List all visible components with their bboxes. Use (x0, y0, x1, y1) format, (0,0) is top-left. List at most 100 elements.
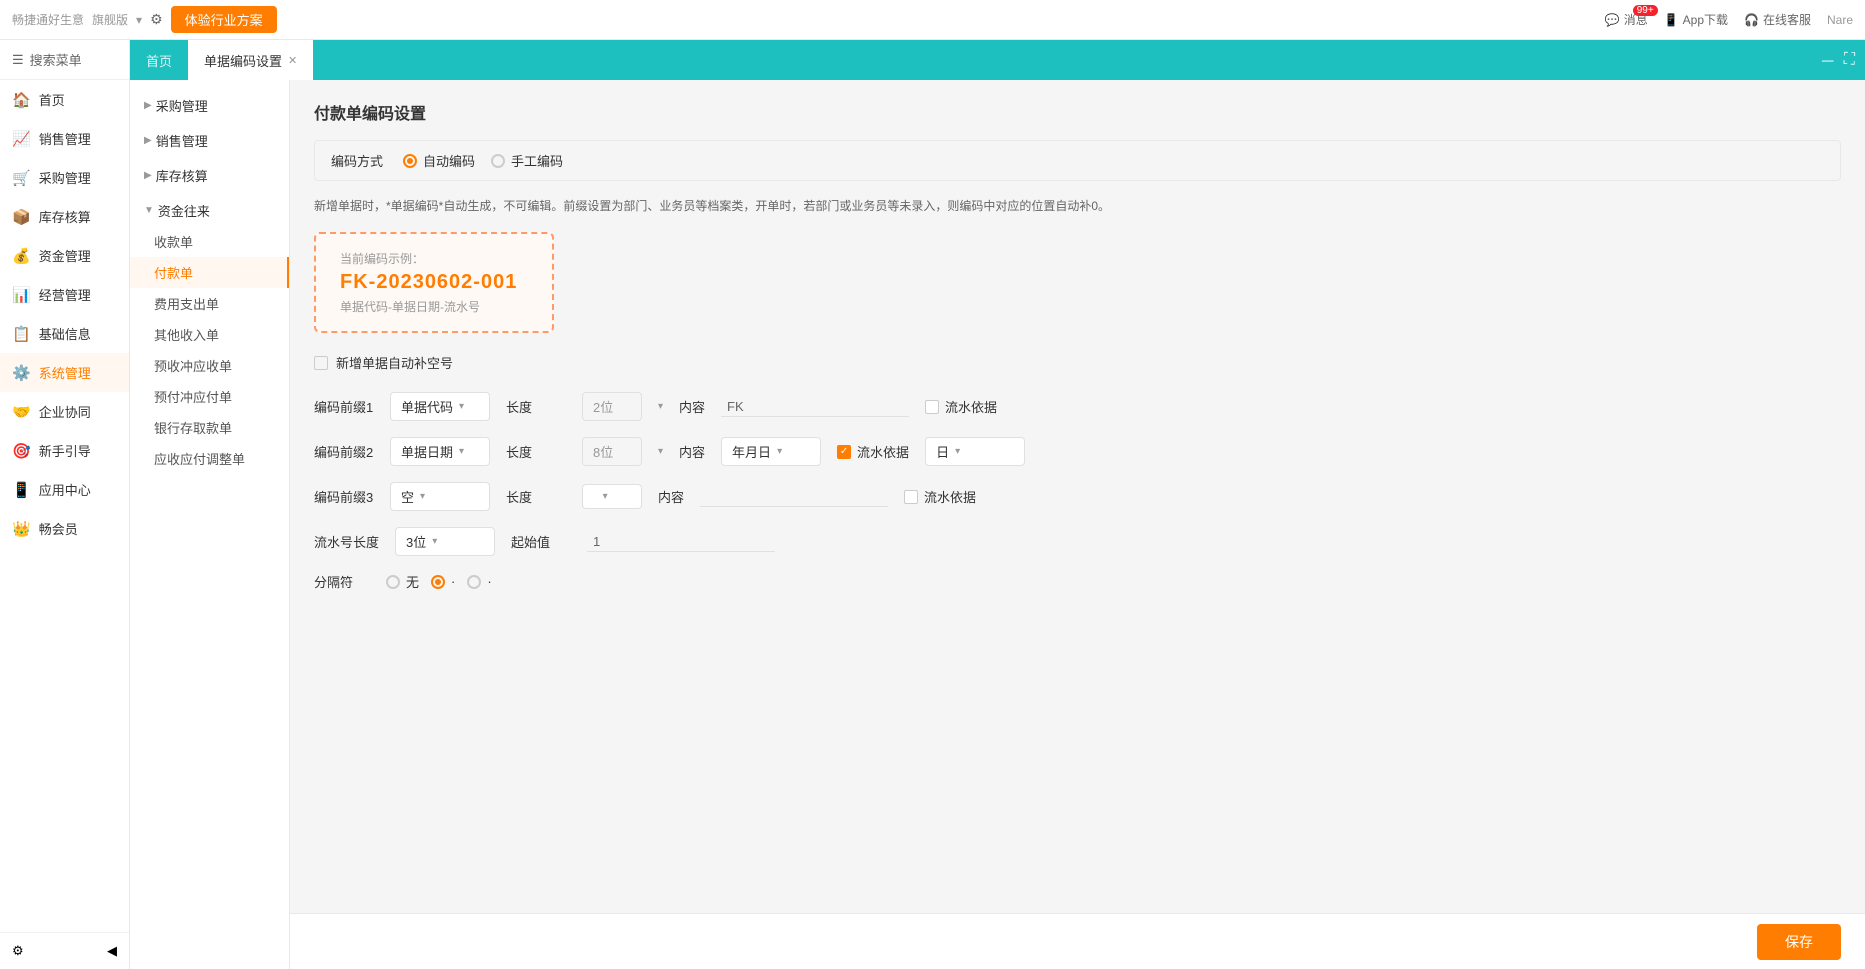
sidebar-item-member[interactable]: 👑 畅会员 (0, 509, 129, 548)
separator-dash-radio[interactable]: · (467, 574, 491, 589)
separator-dot-radio[interactable]: · (431, 574, 455, 589)
app-brand: 畅捷通好生意 (12, 11, 84, 28)
content-area: 首页 单据编码设置 ✕ － ⛶ ▶ 采购管理 (130, 40, 1865, 969)
sidebar-item-sales[interactable]: 📈 销售管理 (0, 119, 129, 158)
sub-item-expense[interactable]: 费用支出单 (130, 288, 289, 319)
sidebar-item-appcenter[interactable]: 📱 应用中心 (0, 470, 129, 509)
sidebar-item-home[interactable]: 🏠 首页 (0, 80, 129, 119)
length-3-label: 长度 (506, 487, 566, 506)
auto-fill-label: 新增单据自动补空号 (336, 353, 453, 372)
topbar-right: 💬 消息 99+ 📱 App下载 🎧 在线客服 Nare (1605, 11, 1853, 28)
prefix-row-1: 编码前缀1 单据代码 ▾ 长度 2位 ▾ 内容 流水依据 (314, 392, 1841, 421)
sub-item-payment[interactable]: 付款单 (130, 257, 289, 288)
code-preview-box: 当前编码示例： FK-20230602-001 单据代码-单据日期-流水号 (314, 232, 554, 333)
manual-code-radio[interactable]: 手工编码 (491, 151, 563, 170)
headset-icon: 🎧 (1744, 13, 1759, 27)
search-menu[interactable]: ☰ 搜索菜单 (0, 40, 129, 80)
sidebar-item-finance[interactable]: 💰 资金管理 (0, 236, 129, 275)
prefix-3-select[interactable]: 空 ▾ (390, 482, 490, 511)
promote-button[interactable]: 体验行业方案 (171, 6, 277, 33)
app-download-button[interactable]: 📱 App下载 (1664, 11, 1728, 28)
sidebar-item-collab[interactable]: 🤝 企业协同 (0, 392, 129, 431)
sub-item-adjust[interactable]: 应收应付调整单 (130, 443, 289, 474)
separator-dash-dot (467, 575, 481, 589)
message-badge: 99+ (1633, 5, 1658, 16)
length-3-select[interactable]: ▾ (582, 484, 642, 509)
system-icon: ⚙️ (12, 364, 31, 382)
topbar: 畅捷通好生意 旗舰版 ▾ ⚙ 体验行业方案 💬 消息 99+ 📱 App下载 🎧… (0, 0, 1865, 40)
sub-item-pre-receipt[interactable]: 预收冲应收单 (130, 350, 289, 381)
sub-item-receipt[interactable]: 收款单 (130, 226, 289, 257)
sidebar: ☰ 搜索菜单 🏠 首页 📈 销售管理 🛒 采购管理 📦 库存核算 💰 资金管理 … (0, 40, 130, 969)
code-preview-value: FK-20230602-001 (340, 271, 528, 294)
app-edition: 旗舰版 (92, 11, 128, 28)
start-value-input[interactable] (587, 532, 775, 552)
separator-row: 分隔符 无 · · (314, 572, 1841, 591)
tab-encoding[interactable]: 单据编码设置 ✕ (188, 40, 313, 80)
sub-group-sales: ▶ 销售管理 (130, 125, 289, 156)
sidebar-item-basic[interactable]: 📋 基础信息 (0, 314, 129, 353)
sub-sidebar: ▶ 采购管理 ▶ 销售管理 ▶ 库存核算 (130, 80, 290, 969)
page-content: 付款单编码设置 编码方式 自动编码 手工编码 (290, 80, 1865, 969)
auto-fill-checkbox[interactable] (314, 356, 328, 370)
separator-none-radio[interactable]: 无 (386, 572, 419, 591)
separator-label: 分隔符 (314, 572, 374, 591)
encoding-label: 编码方式 (331, 151, 383, 170)
manual-code-radio-dot (491, 154, 505, 168)
content-1-input[interactable] (721, 397, 909, 417)
sub-item-pre-payment[interactable]: 预付冲应付单 (130, 381, 289, 412)
content-3-label: 内容 (658, 487, 684, 506)
sub-group-capital-title[interactable]: ▼ 资金往来 (130, 195, 289, 226)
sidebar-item-system[interactable]: ⚙️ 系统管理 (0, 353, 129, 392)
topbar-left: 畅捷通好生意 旗舰版 ▾ ⚙ 体验行业方案 (12, 6, 1597, 33)
sidebar-item-guide[interactable]: 🎯 新手引导 (0, 431, 129, 470)
length-3-arrow: ▾ (603, 491, 608, 502)
serial-2-checkbox[interactable] (837, 445, 851, 459)
content-3-input[interactable] (700, 487, 888, 507)
prefix-3-arrow: ▾ (420, 491, 425, 502)
sidebar-item-purchase[interactable]: 🛒 采购管理 (0, 158, 129, 197)
code-preview-label: 当前编码示例： (340, 250, 528, 267)
settings-icon[interactable]: ⚙ (150, 11, 163, 28)
sidebar-item-inventory[interactable]: 📦 库存核算 (0, 197, 129, 236)
online-service-button[interactable]: 🎧 在线客服 (1744, 11, 1811, 28)
sidebar-item-operations[interactable]: 📊 经营管理 (0, 275, 129, 314)
content-2-select[interactable]: 年月日 ▾ (721, 437, 821, 466)
topbar-dropdown-arrow[interactable]: ▾ (136, 13, 142, 27)
prefix-row-2: 编码前缀2 单据日期 ▾ 长度 8位 ▾ 内容 年月日 ▾ (314, 437, 1841, 466)
sales-icon: 📈 (12, 130, 31, 148)
content-2-label: 内容 (679, 442, 705, 461)
auto-code-radio[interactable]: 自动编码 (403, 151, 475, 170)
serial-1-checkbox[interactable] (925, 400, 939, 414)
serial-3-checkbox[interactable] (904, 490, 918, 504)
page-title: 付款单编码设置 (314, 100, 1841, 124)
save-button[interactable]: 保存 (1757, 924, 1841, 960)
settings-bottom-icon[interactable]: ⚙ (12, 943, 24, 959)
prefix-1-select[interactable]: 单据代码 ▾ (390, 392, 490, 421)
nav-tabs-right: － ⛶ (1820, 48, 1865, 72)
serial-2-unit-select[interactable]: 日 ▾ (925, 437, 1025, 466)
main-layout: ☰ 搜索菜单 🏠 首页 📈 销售管理 🛒 采购管理 📦 库存核算 💰 资金管理 … (0, 40, 1865, 969)
prefix-2-arrow: ▾ (459, 446, 464, 457)
sub-item-bank[interactable]: 银行存取款单 (130, 412, 289, 443)
maximize-icon[interactable]: ⛶ (1844, 51, 1855, 69)
collapse-icon[interactable]: ◀ (107, 943, 117, 959)
prefix-1-label: 编码前缀1 (314, 397, 374, 416)
length-2-input: 8位 (582, 437, 642, 466)
code-preview-desc: 单据代码-单据日期-流水号 (340, 298, 528, 315)
tab-close-icon[interactable]: ✕ (288, 54, 297, 67)
prefix-2-select[interactable]: 单据日期 ▾ (390, 437, 490, 466)
appcenter-icon: 📱 (12, 481, 31, 499)
sub-group-inventory-title[interactable]: ▶ 库存核算 (130, 160, 289, 191)
minimize-icon[interactable]: － (1820, 48, 1836, 72)
sub-item-other-income[interactable]: 其他收入单 (130, 319, 289, 350)
collab-icon: 🤝 (12, 403, 31, 421)
arrow-right-icon2: ▶ (144, 135, 152, 146)
serial-length-select[interactable]: 3位 ▾ (395, 527, 495, 556)
tab-home[interactable]: 首页 (130, 40, 188, 80)
message-button[interactable]: 💬 消息 99+ (1605, 11, 1648, 28)
sub-group-purchase-title[interactable]: ▶ 采购管理 (130, 90, 289, 121)
serial-length-row: 流水号长度 3位 ▾ 起始值 (314, 527, 1841, 556)
sub-group-sales-title[interactable]: ▶ 销售管理 (130, 125, 289, 156)
prefix-1-arrow: ▾ (459, 401, 464, 412)
